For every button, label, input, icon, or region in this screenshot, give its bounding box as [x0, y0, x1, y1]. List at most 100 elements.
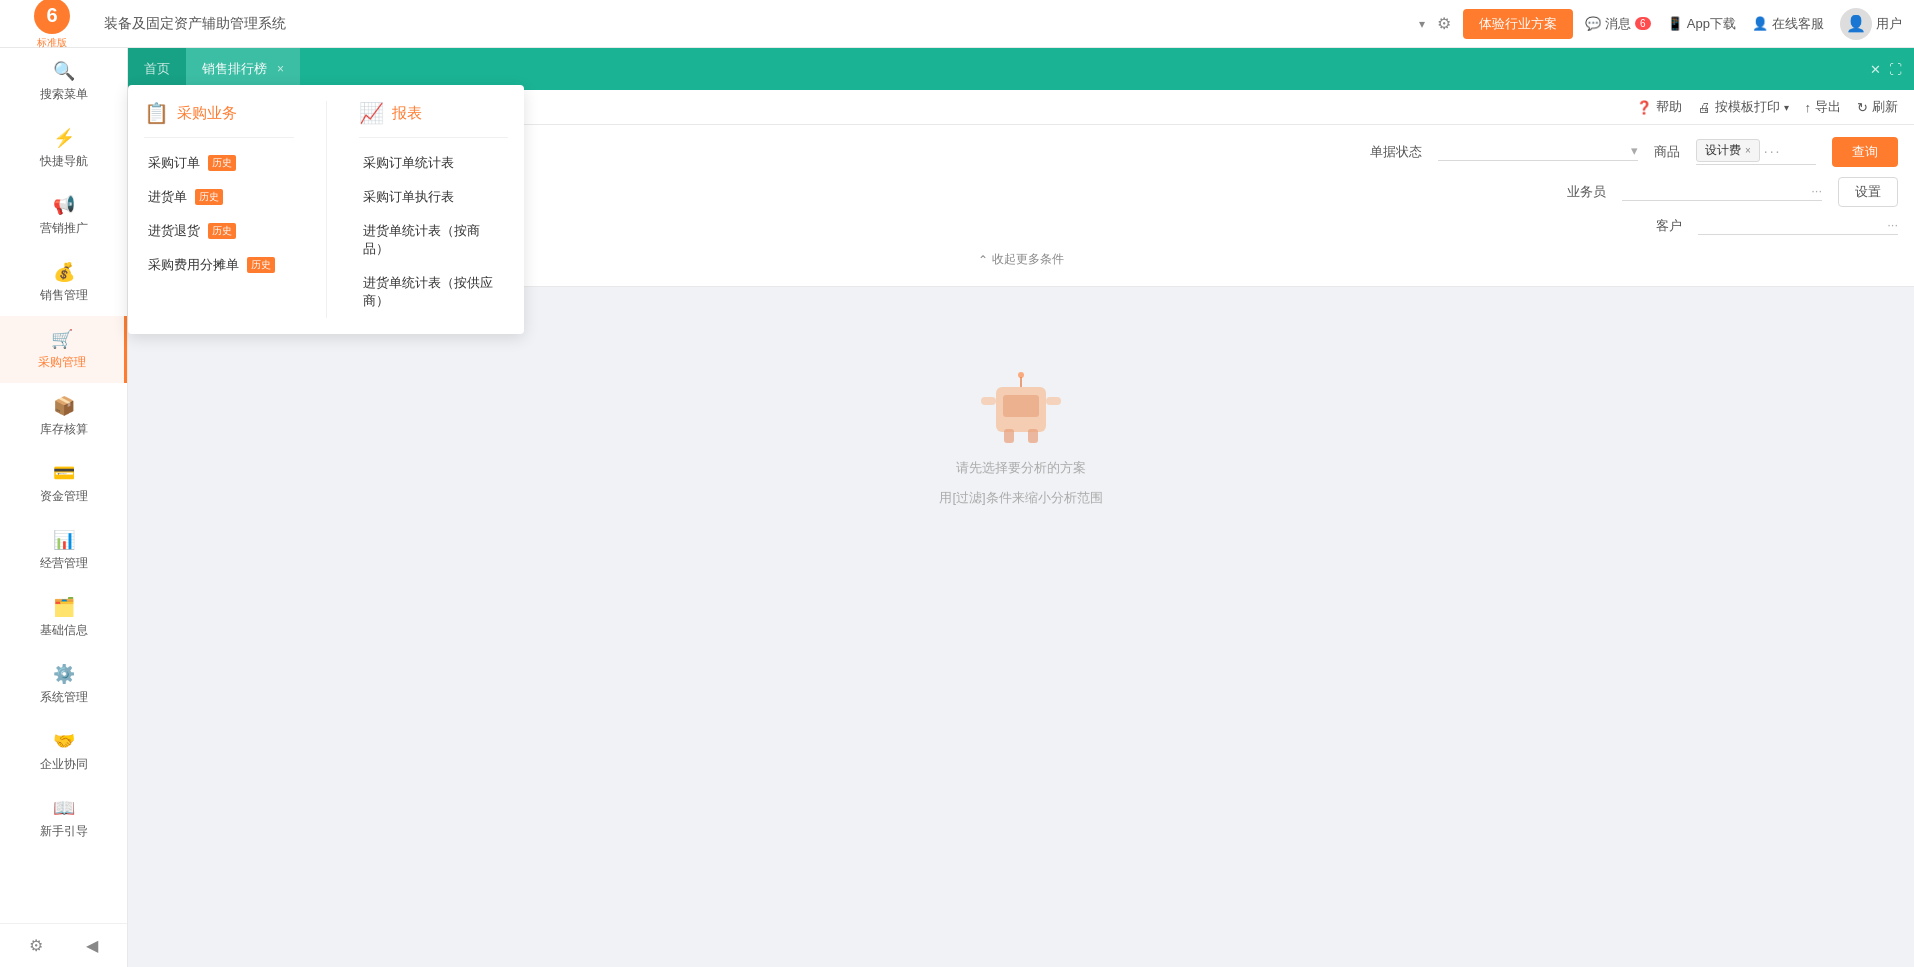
- menu-item-expense[interactable]: 采购费用分摊单 历史: [144, 248, 294, 282]
- help-label: 帮助: [1656, 98, 1682, 116]
- tab-home[interactable]: 首页: [128, 48, 186, 90]
- return-label: 进货退货: [148, 222, 200, 240]
- help-btn[interactable]: ❓ 帮助: [1636, 98, 1682, 116]
- svg-rect-1: [1003, 395, 1039, 417]
- sales-icon: 💰: [53, 261, 75, 283]
- purchase-order-label: 采购订单: [148, 154, 200, 172]
- system-title: 装备及固定资产辅助管理系统: [104, 15, 1407, 33]
- sidebar-label-search: 搜索菜单: [40, 86, 88, 103]
- goods-label: 商品: [1654, 143, 1680, 161]
- reports-title: 报表: [392, 104, 422, 123]
- reports-icon: 📈: [359, 101, 384, 125]
- purchase-business-section: 📋 采购业务 采购订单 历史 进货单 历史 进货退货 历史: [144, 101, 294, 318]
- sidebar-label-purchase: 采购管理: [38, 354, 86, 371]
- sidebar-label-inventory: 库存核算: [40, 421, 88, 438]
- menu-item-receive-by-supplier[interactable]: 进货单统计表（按供应商）: [359, 266, 509, 318]
- return-badge: 历史: [208, 223, 236, 239]
- receive-badge: 历史: [195, 189, 223, 205]
- sidebar-item-marketing[interactable]: 📢 营销推广: [0, 182, 127, 249]
- doc-status-label: 单据状态: [1370, 143, 1422, 161]
- msg-badge: 6: [1635, 17, 1651, 30]
- print-btn[interactable]: 🖨 按模板打印 ▾: [1698, 98, 1789, 116]
- customer-label: 客户: [1656, 217, 1682, 235]
- logo-area: 6 标准版: [12, 0, 92, 50]
- order-stats-label: 采购订单统计表: [363, 154, 454, 172]
- sidebar-bottom: ⚙ ◀: [0, 923, 127, 967]
- bottom-collapse-icon[interactable]: ◀: [86, 936, 98, 955]
- cart-icon: 🛒: [51, 328, 73, 350]
- msg-icon: 💬: [1585, 16, 1601, 31]
- menu-item-receive[interactable]: 进货单 历史: [144, 180, 294, 214]
- top-settings-icon[interactable]: ⚙: [1437, 14, 1451, 33]
- sidebar-label-guide: 新手引导: [40, 823, 88, 840]
- industry-btn[interactable]: 体验行业方案: [1463, 9, 1573, 39]
- logo-icon: 6: [34, 0, 70, 34]
- sidebar-item-basic[interactable]: 🗂️ 基础信息: [0, 584, 127, 651]
- sidebar-item-system[interactable]: ⚙️ 系统管理: [0, 651, 127, 718]
- tab-bar: 首页 销售排行榜 × ✕ ⛶: [128, 48, 1914, 90]
- user-action[interactable]: 👤 用户: [1840, 8, 1902, 40]
- sidebar-item-purchase[interactable]: 🛒 采购管理: [0, 316, 127, 383]
- sidebar-item-enterprise[interactable]: 🤝 企业协同: [0, 718, 127, 785]
- svg-rect-7: [1046, 397, 1061, 405]
- gear-icon: ⚙️: [53, 663, 75, 685]
- receive-by-goods-label: 进货单统计表（按商品）: [363, 222, 505, 258]
- salesman-label: 业务员: [1567, 183, 1606, 201]
- doc-status-dropdown[interactable]: ▾: [1631, 143, 1638, 158]
- goods-dots[interactable]: ···: [1764, 143, 1782, 159]
- purchase-business-icon: 📋: [144, 101, 169, 125]
- service-action[interactable]: 👤 在线客服: [1752, 15, 1824, 33]
- help-icon: ❓: [1636, 100, 1652, 115]
- refresh-btn[interactable]: ↻ 刷新: [1857, 98, 1898, 116]
- msg-action[interactable]: 💬 消息 6: [1585, 15, 1651, 33]
- app-download-action[interactable]: 📱 App下载: [1667, 15, 1736, 33]
- menu-item-order-exec[interactable]: 采购订单执行表: [359, 180, 509, 214]
- expense-label: 采购费用分摊单: [148, 256, 239, 274]
- window-maximize-icon[interactable]: ⛶: [1889, 62, 1902, 77]
- bottom-settings-icon[interactable]: ⚙: [29, 936, 43, 955]
- customer-dots[interactable]: ···: [1887, 217, 1898, 232]
- sidebar-item-guide[interactable]: 📖 新手引导: [0, 785, 127, 852]
- tab-sales-rank-close[interactable]: ×: [277, 62, 284, 76]
- reports-section: 📈 报表 采购订单统计表 采购订单执行表 进货单统计表（按商品） 进货单统计表（…: [359, 101, 509, 318]
- menu-divider: [326, 101, 327, 318]
- goods-tag-text: 设计费: [1705, 142, 1741, 159]
- tab-home-label: 首页: [144, 60, 170, 78]
- empty-illustration: [971, 367, 1071, 447]
- salesman-dots[interactable]: ···: [1811, 183, 1822, 198]
- set-btn[interactable]: 设置: [1838, 177, 1898, 207]
- purchase-business-title: 采购业务: [177, 104, 237, 123]
- print-label: 按模板打印: [1715, 98, 1780, 116]
- reports-header: 📈 报表: [359, 101, 509, 138]
- menu-item-return[interactable]: 进货退货 历史: [144, 214, 294, 248]
- sidebar-label-operation: 经营管理: [40, 555, 88, 572]
- menu-item-purchase-order[interactable]: 采购订单 历史: [144, 146, 294, 180]
- export-btn[interactable]: ↑ 导出: [1805, 98, 1842, 116]
- empty-tip-2: 用[过滤]条件来缩小分析范围: [939, 489, 1102, 507]
- window-close-icon[interactable]: ✕: [1870, 62, 1881, 77]
- sidebar-item-search[interactable]: 🔍 搜索菜单: [0, 48, 127, 115]
- phone-icon: 📱: [1667, 16, 1683, 31]
- collapse-label: 收起更多条件: [992, 251, 1064, 268]
- sidebar-item-sales[interactable]: 💰 销售管理: [0, 249, 127, 316]
- sidebar-label-quick: 快捷导航: [40, 153, 88, 170]
- sidebar-item-finance[interactable]: 💳 资金管理: [0, 450, 127, 517]
- tab-sales-rank[interactable]: 销售排行榜 ×: [186, 48, 300, 90]
- tab-sales-rank-label: 销售排行榜: [202, 60, 267, 78]
- query-btn[interactable]: 查询: [1832, 137, 1898, 167]
- sidebar-item-inventory[interactable]: 📦 库存核算: [0, 383, 127, 450]
- top-bar-actions: 💬 消息 6 📱 App下载 👤 在线客服 👤 用户: [1585, 8, 1902, 40]
- system-title-dropdown[interactable]: ▾: [1419, 17, 1425, 31]
- print-dropdown-icon[interactable]: ▾: [1784, 102, 1789, 113]
- sidebar-item-quick[interactable]: ⚡ 快捷导航: [0, 115, 127, 182]
- refresh-icon: ↻: [1857, 100, 1868, 115]
- menu-item-receive-by-goods[interactable]: 进货单统计表（按商品）: [359, 214, 509, 266]
- book-icon: 📖: [53, 797, 75, 819]
- sidebar-item-operation[interactable]: 📊 经营管理: [0, 517, 127, 584]
- sidebar-label-finance: 资金管理: [40, 488, 88, 505]
- sidebar-label-system: 系统管理: [40, 689, 88, 706]
- goods-tag-close[interactable]: ×: [1745, 145, 1751, 156]
- logo-text: 标准版: [37, 36, 67, 50]
- menu-item-order-stats[interactable]: 采购订单统计表: [359, 146, 509, 180]
- collapse-btn[interactable]: ⌃ 收起更多条件: [972, 245, 1070, 274]
